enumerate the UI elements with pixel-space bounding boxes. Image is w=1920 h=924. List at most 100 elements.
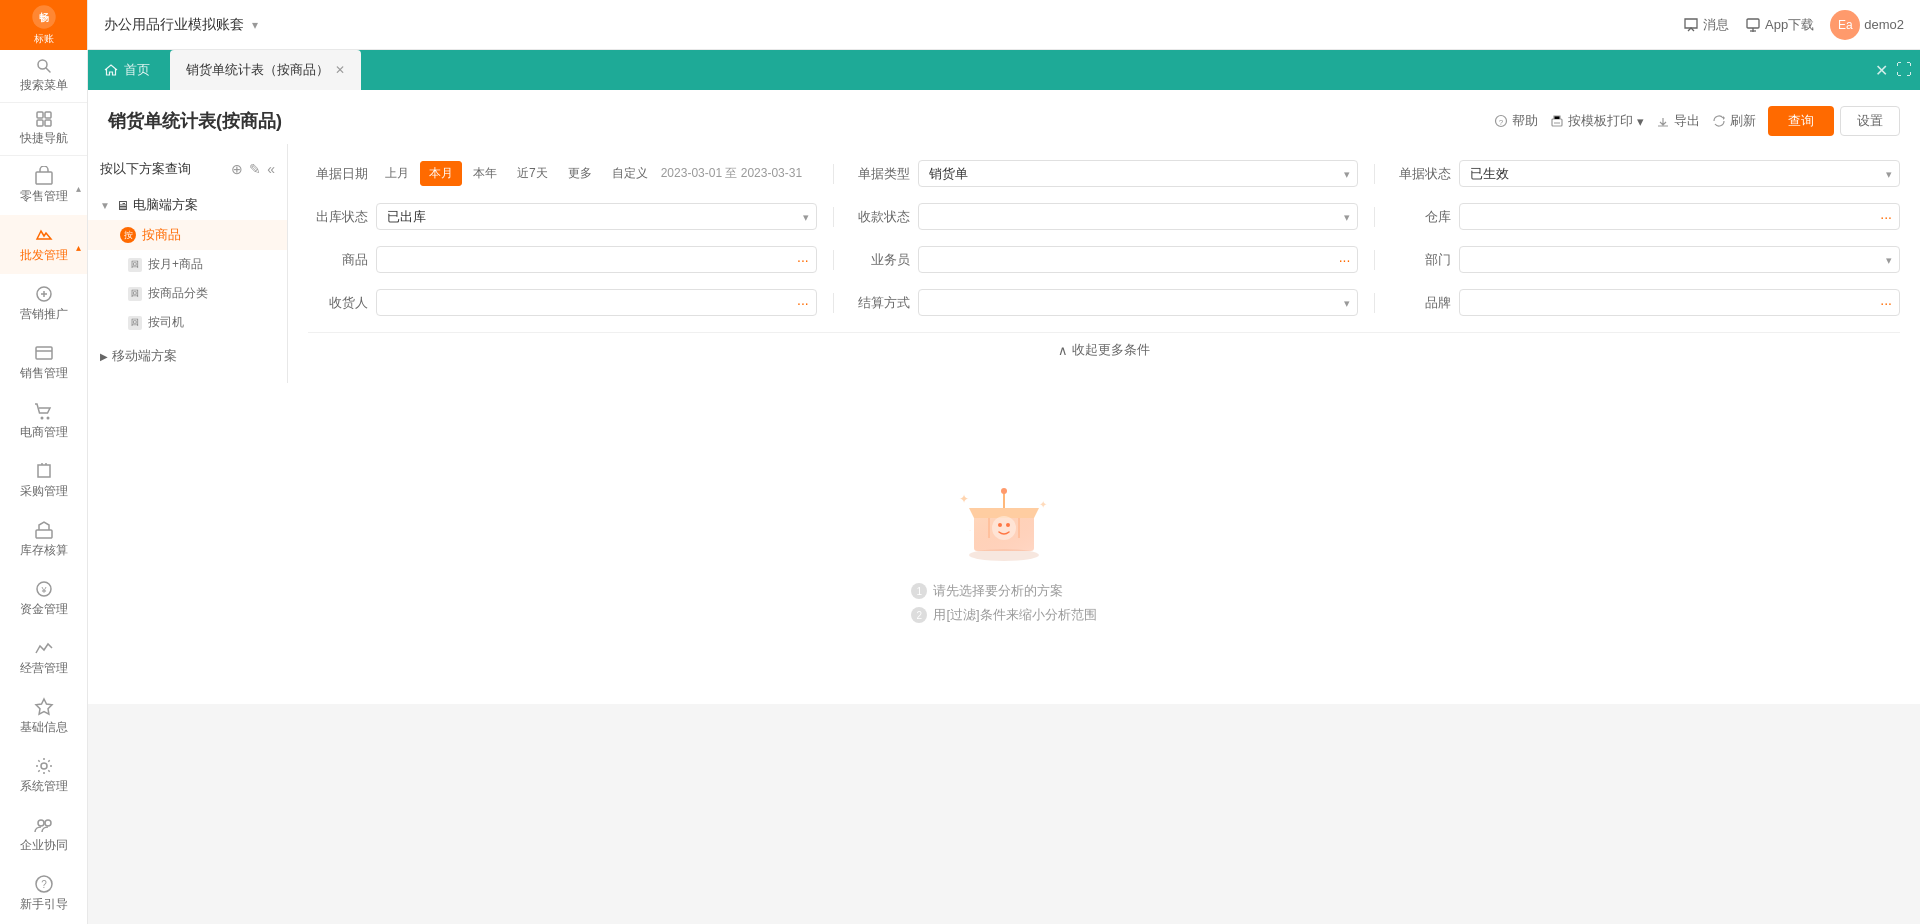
settings-button[interactable]: 设置: [1840, 106, 1900, 136]
brand-input[interactable]: [1459, 289, 1900, 316]
print-btn[interactable]: 按模板打印 ▾: [1550, 112, 1644, 130]
tab-sales-report[interactable]: 销货单统计表（按商品） ✕: [170, 50, 361, 90]
sidebar-item-retail[interactable]: 零售管理 ▴: [0, 156, 87, 215]
panel-collapse-icon[interactable]: «: [267, 161, 275, 177]
date-tab-this-year[interactable]: 本年: [464, 161, 506, 186]
sidebar-item-newbie[interactable]: ? 新手引导: [0, 864, 87, 923]
tab-sales-report-label: 销货单统计表（按商品）: [186, 61, 329, 79]
settle-input[interactable]: [918, 289, 1359, 316]
empty-tips: 1 请先选择要分析的方案 2 用[过滤]条件来缩小分析范围: [911, 582, 1096, 624]
filter-salesman: 业务员 ···: [850, 246, 1359, 273]
app-download-btn[interactable]: App下载: [1745, 16, 1814, 34]
svg-rect-8: [36, 172, 52, 184]
search-menu[interactable]: 搜索菜单: [0, 50, 87, 103]
filter-row-2: 出库状态 ▾ 收款状态 ▾: [308, 203, 1900, 230]
filter-row-3: 商品 ··· 业务员 ···: [308, 246, 1900, 273]
date-tab-more[interactable]: 更多: [559, 161, 601, 186]
dept-input[interactable]: [1459, 246, 1900, 273]
panel-add-icon[interactable]: ⊕: [231, 161, 243, 177]
doc-type-input[interactable]: [918, 160, 1359, 187]
retail-arrow: ▴: [76, 182, 81, 193]
home-icon: [104, 63, 118, 77]
goods-input[interactable]: [376, 246, 817, 273]
message-btn[interactable]: 消息: [1683, 16, 1729, 34]
sidebar-item-marketing-label: 营销推广: [20, 306, 68, 323]
inventory-icon: [34, 520, 54, 540]
user-profile[interactable]: Ea demo2: [1830, 10, 1904, 40]
sidebar-item-inventory[interactable]: 库存核算: [0, 510, 87, 569]
export-btn[interactable]: 导出: [1656, 112, 1700, 130]
sidebar-item-operation[interactable]: 经营管理: [0, 628, 87, 687]
brand-control: ···: [1459, 289, 1900, 316]
collect-status-input[interactable]: [918, 203, 1359, 230]
date-tab-last-month[interactable]: 上月: [376, 161, 418, 186]
sidebar-item-sales[interactable]: 销售管理: [0, 333, 87, 392]
filter-doc-status: 单据状态 ▾: [1391, 160, 1900, 187]
tab-home[interactable]: 首页: [88, 50, 166, 90]
tree-item-by-goods[interactable]: 按 按商品: [88, 220, 287, 250]
date-tab-this-month[interactable]: 本月: [420, 161, 462, 186]
date-tab-custom[interactable]: 自定义: [603, 161, 657, 186]
panel-edit-icon[interactable]: ✎: [249, 161, 261, 177]
warehouse-input[interactable]: [1459, 203, 1900, 230]
divider-6: [1374, 250, 1375, 270]
filter-goods: 商品 ···: [308, 246, 817, 273]
print-arrow[interactable]: ▾: [1637, 114, 1644, 129]
doc-status-input[interactable]: [1459, 160, 1900, 187]
help-btn[interactable]: ? 帮助: [1494, 112, 1538, 130]
page-header: 销货单统计表(按商品) ? 帮助 按模板打印 ▾ 导出 刷新: [88, 90, 1920, 144]
sidebar-item-system[interactable]: 系统管理: [0, 746, 87, 805]
sidebar-item-basic-label: 基础信息: [20, 719, 68, 736]
svg-point-31: [1006, 523, 1010, 527]
query-button[interactable]: 查询: [1768, 106, 1834, 136]
pc-group-arrow: ▼: [100, 200, 110, 211]
app-logo: 畅 标账: [0, 0, 87, 50]
mobile-section[interactable]: ▶ 移动端方案: [88, 341, 287, 371]
tree-subitem-goods-cat[interactable]: 回 按商品分类: [88, 279, 287, 308]
receiver-control: ···: [376, 289, 817, 316]
export-icon: [1656, 114, 1670, 128]
collapse-btn[interactable]: ∧ 收起更多条件: [308, 332, 1900, 367]
warehouse-label: 仓库: [1391, 208, 1451, 226]
tree-subitem-driver[interactable]: 回 按司机: [88, 308, 287, 337]
system-icon: [34, 756, 54, 776]
page-title: 销货单统计表(按商品): [108, 109, 282, 133]
divider-4: [1374, 207, 1375, 227]
svg-line-3: [46, 68, 50, 72]
quick-nav[interactable]: 快捷导航: [0, 103, 87, 156]
sidebar-item-purchase[interactable]: 采购管理: [0, 451, 87, 510]
sidebar-item-marketing[interactable]: 营销推广: [0, 274, 87, 333]
month-goods-icon: 回: [128, 258, 142, 272]
settle-control: ▾: [918, 289, 1359, 316]
panel-header: 按以下方案查询 ⊕ ✎ «: [88, 156, 287, 182]
tip-num-1: 1: [911, 583, 927, 599]
svg-text:¥: ¥: [40, 585, 47, 595]
sidebar-item-finance-label: 资金管理: [20, 601, 68, 618]
sidebar-item-ecommerce[interactable]: 电商管理: [0, 392, 87, 451]
date-tab-7days[interactable]: 近7天: [508, 161, 557, 186]
sidebar-item-basic[interactable]: 基础信息: [0, 687, 87, 746]
tree-subitem-month-goods[interactable]: 回 按月+商品: [88, 250, 287, 279]
sidebar-item-collab[interactable]: 企业协同: [0, 805, 87, 864]
pc-group-header[interactable]: ▼ 🖥 电脑端方案: [88, 190, 287, 220]
basic-icon: [34, 697, 54, 717]
refresh-label: 刷新: [1730, 112, 1756, 130]
sidebar-item-operation-label: 经营管理: [20, 660, 68, 677]
topbar-dropdown[interactable]: ▾: [252, 18, 258, 32]
refresh-btn[interactable]: 刷新: [1712, 112, 1756, 130]
salesman-input[interactable]: [918, 246, 1359, 273]
out-status-input[interactable]: [376, 203, 817, 230]
sidebar-item-wholesale[interactable]: 批发管理 ▴: [0, 215, 87, 274]
filter-out-status: 出库状态 ▾: [308, 203, 817, 230]
collapse-icon: ∧: [1058, 343, 1068, 358]
panel-header-title: 按以下方案查询: [100, 160, 191, 178]
sidebar-item-finance[interactable]: ¥ 资金管理: [0, 569, 87, 628]
tab-close-all-btn[interactable]: ✕: [1875, 61, 1888, 80]
doc-type-control: ▾: [918, 160, 1359, 187]
empty-tip-1: 1 请先选择要分析的方案: [911, 582, 1096, 600]
filter-brand: 品牌 ···: [1391, 289, 1900, 316]
tab-expand-btn[interactable]: ⛶: [1896, 61, 1912, 80]
receiver-input[interactable]: [376, 289, 817, 316]
tab-close-btn[interactable]: ✕: [335, 63, 345, 77]
message-icon: [1683, 17, 1699, 33]
